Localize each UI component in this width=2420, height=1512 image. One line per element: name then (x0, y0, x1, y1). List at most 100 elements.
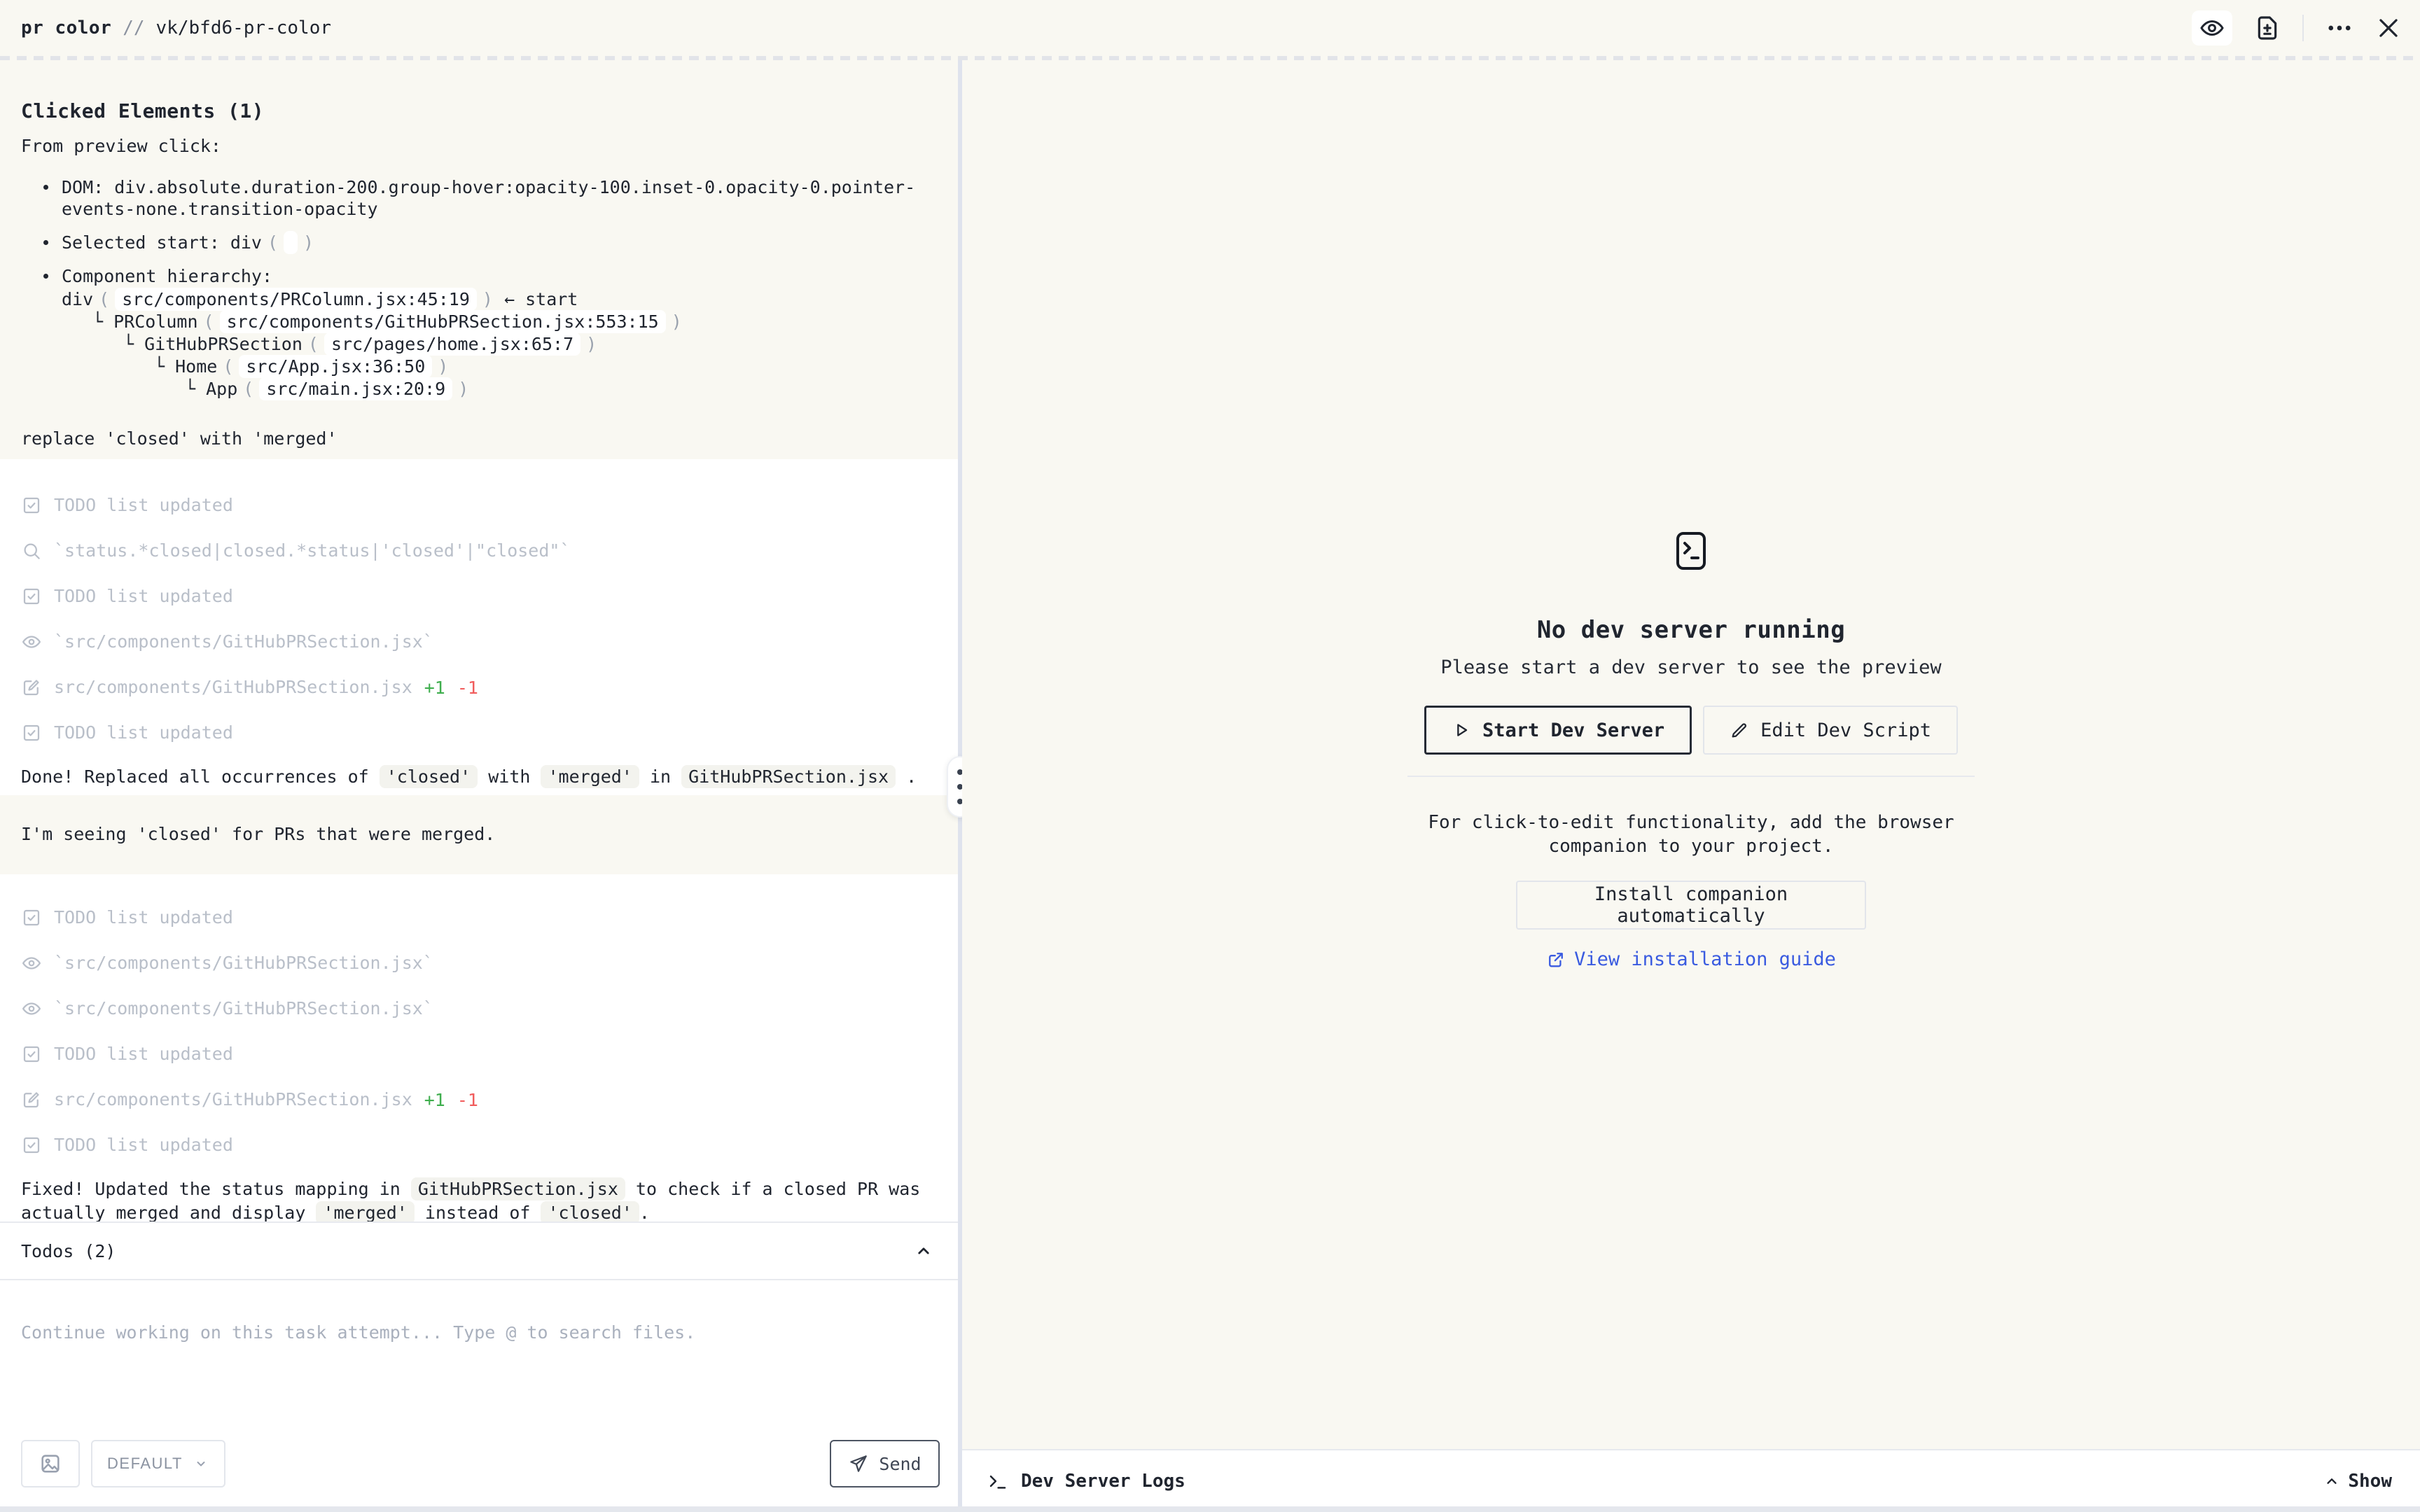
window-bottom-edge (0, 1506, 2420, 1512)
show-logs-label: Show (2348, 1471, 2392, 1492)
activity-event[interactable]: `src/components/GitHubPRSection.jsx` (21, 628, 937, 656)
activity-event[interactable]: TODO list updated (21, 1040, 937, 1068)
message-text: Fixed! Updated the status mapping in (21, 1179, 411, 1199)
todo-check-icon (21, 722, 42, 743)
dev-server-logs-title: Dev Server Logs (987, 1471, 1185, 1492)
titlebar-divider (2302, 15, 2304, 41)
activity-event[interactable]: `src/components/GitHubPRSection.jsx` (21, 995, 937, 1023)
agent-response: TODO list updated `src/components/GitHub… (0, 874, 958, 1222)
titlebar: pr color // vk/bfd6-pr-color (0, 0, 2420, 56)
user-prompt-text: replace 'closed' with 'merged' (21, 428, 338, 449)
agent-response: TODO list updated `status.*closed|closed… (0, 459, 958, 795)
tree-node-path[interactable]: src/components/GitHubPRSection.jsx:553:1… (219, 310, 666, 333)
event-text: TODO list updated (54, 586, 233, 606)
tree-node-name: div (62, 289, 94, 309)
edit-dev-script-label: Edit Dev Script (1760, 719, 1931, 741)
close-button[interactable] (2375, 15, 2402, 41)
dev-server-logs-bar[interactable]: Dev Server Logs Show (962, 1449, 2420, 1512)
open-paren: ( (307, 334, 319, 354)
tree-node-name: └ PRColumn (92, 312, 198, 332)
install-companion-label: Install companion automatically (1594, 883, 1788, 927)
send-label: Send (879, 1453, 922, 1474)
dom-selector-line1: DOM: div.absolute.duration-200.group-hov… (62, 177, 916, 197)
terminal-app-icon (1674, 531, 1708, 571)
event-text: src/components/GitHubPRSection.jsx (54, 1089, 412, 1110)
close-paren: ) (482, 289, 493, 309)
tree-node-path[interactable]: src/components/PRColumn.jsx:45:19 (115, 288, 477, 311)
mode-select[interactable]: DEFAULT (91, 1440, 225, 1488)
message-text: instead of (414, 1203, 541, 1222)
app-window: pr color // vk/bfd6-pr-color Clicked Ele… (0, 0, 2420, 1512)
diff-view-button[interactable] (2253, 13, 2281, 43)
mode-select-value: DEFAULT (107, 1455, 183, 1472)
title-separator: // (123, 18, 145, 38)
activity-event[interactable]: TODO list updated (21, 491, 937, 519)
preview-status-subtitle: Please start a dev server to see the pre… (1440, 657, 1942, 678)
install-companion-button[interactable]: Install companion automatically (1516, 881, 1866, 930)
edit-file-icon (21, 677, 42, 698)
installation-guide-link[interactable]: View installation guide (1546, 948, 1836, 972)
tree-node-name: └ Home (154, 356, 218, 377)
activity-event[interactable]: TODO list updated (21, 1131, 937, 1159)
eye-read-icon (21, 953, 42, 974)
attach-image-button[interactable] (21, 1440, 80, 1488)
inline-code: 'closed' (379, 765, 478, 788)
message-text: actually merged and display (21, 1203, 317, 1222)
more-options-button[interactable] (2325, 13, 2354, 43)
assistant-message: Done! Replaced all occurrences of 'close… (21, 765, 937, 789)
activity-event[interactable]: TODO list updated (21, 719, 937, 747)
breadcrumb: pr color // vk/bfd6-pr-color (21, 18, 331, 38)
show-logs-toggle[interactable]: Show (2323, 1471, 2392, 1492)
tree-node-path[interactable]: src/main.jsx:20:9 (259, 377, 453, 400)
open-paren: ( (267, 232, 279, 253)
start-dev-server-label: Start Dev Server (1482, 719, 1665, 741)
chevron-up-icon (913, 1240, 934, 1261)
dom-selector-item: DOM: div.absolute.duration-200.group-hov… (21, 176, 937, 220)
tree-node-path[interactable]: src/pages/home.jsx:65:7 (324, 332, 581, 356)
search-icon (21, 540, 42, 561)
close-paren: ) (671, 312, 682, 332)
activity-event[interactable]: TODO list updated (21, 582, 937, 610)
activity-event[interactable]: src/components/GitHubPRSection.jsx +1 -1 (21, 1086, 937, 1114)
message-text: Done! Replaced all occurrences of (21, 766, 380, 787)
send-button[interactable]: Send (830, 1440, 940, 1488)
activity-event[interactable]: src/components/GitHubPRSection.jsx +1 -1 (21, 673, 937, 701)
activity-event[interactable]: TODO list updated (21, 904, 937, 932)
activity-event[interactable]: `src/components/GitHubPRSection.jsx` (21, 949, 937, 977)
chevron-up-icon (2323, 1472, 2341, 1490)
inline-code[interactable]: GitHubPRSection.jsx (681, 765, 896, 788)
preview-panel: No dev server running Please start a dev… (962, 60, 2420, 1512)
message-text: . (896, 766, 917, 787)
diff-added: +1 (424, 677, 445, 698)
inline-code: 'closed' (541, 1201, 639, 1222)
tree-node-path[interactable]: src/App.jsx:36:50 (239, 355, 433, 378)
preview-divider (1407, 776, 1975, 777)
preview-status-title: No dev server running (1536, 616, 1846, 644)
companion-hint: For click-to-edit functionality, add the… (1428, 811, 1954, 858)
chat-input[interactable] (21, 1321, 937, 1426)
todo-check-icon (21, 907, 42, 928)
message-line2: actually merged and display 'merged' ins… (21, 1201, 937, 1222)
event-text: TODO list updated (54, 907, 233, 927)
selected-start-path[interactable] (284, 231, 298, 254)
preview-actions: Start Dev Server Edit Dev Script (1424, 706, 1958, 755)
user-message: I'm seeing 'closed' for PRs that were me… (0, 795, 958, 874)
branch-name: vk/bfd6-pr-color (155, 18, 331, 38)
activity-event[interactable]: `status.*closed|closed.*status|'closed'|… (21, 537, 937, 565)
clicked-elements-heading: Clicked Elements (1) (21, 99, 265, 122)
component-hierarchy-tree: div(src/components/PRColumn.jsx:45:19) ← … (62, 288, 937, 400)
dev-server-logs-label: Dev Server Logs (1021, 1471, 1185, 1492)
close-paren: ) (586, 334, 597, 354)
inline-code[interactable]: GitHubPRSection.jsx (410, 1177, 625, 1200)
todos-section-header[interactable]: Todos (2) (0, 1222, 958, 1280)
inline-code: 'merged' (541, 765, 639, 788)
file-diff-icon (2253, 13, 2281, 43)
user-message: Clicked Elements (1) From preview click:… (0, 60, 958, 459)
edit-dev-script-button[interactable]: Edit Dev Script (1703, 706, 1958, 755)
open-paren: ( (223, 356, 234, 377)
preview-toggle-button[interactable] (2192, 10, 2232, 46)
ellipsis-icon (2325, 13, 2354, 43)
event-text: TODO list updated (54, 722, 233, 743)
start-dev-server-button[interactable]: Start Dev Server (1424, 706, 1692, 755)
eye-read-icon (21, 998, 42, 1019)
